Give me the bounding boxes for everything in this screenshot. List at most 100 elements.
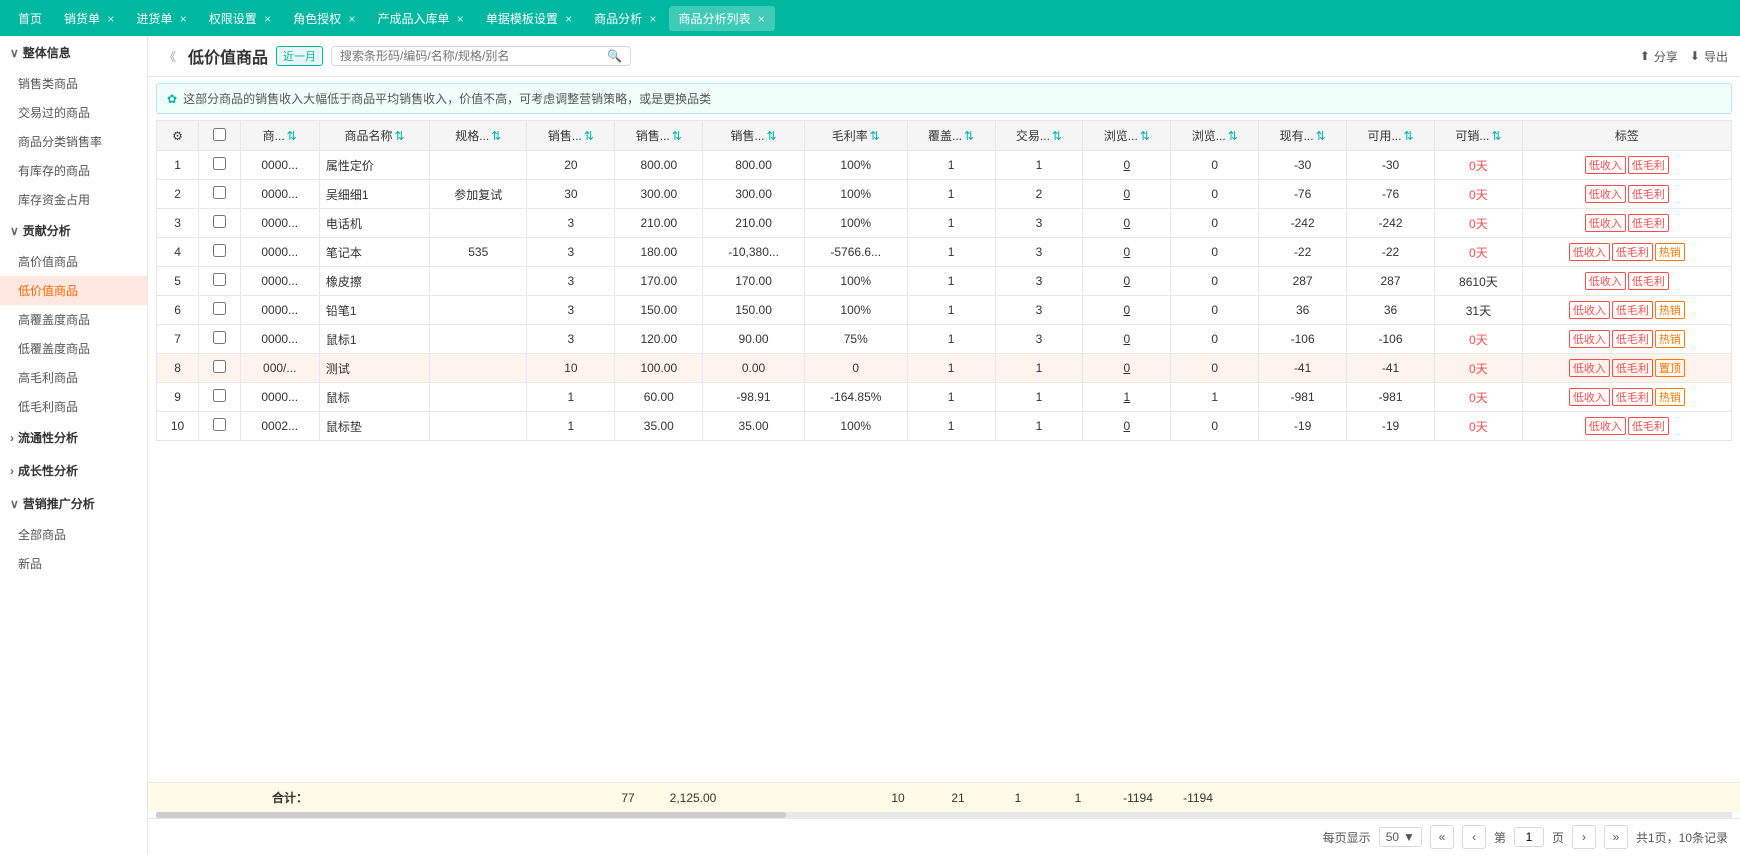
th-code[interactable]: 商...⇅ [240, 121, 319, 151]
th-browse2[interactable]: 浏览...⇅ [1171, 121, 1259, 151]
cell-checkbox[interactable] [199, 325, 240, 354]
browse2-link[interactable]: 0 [1123, 303, 1130, 317]
cell-checkbox[interactable] [199, 267, 240, 296]
prev-page-button[interactable]: ‹ [1462, 825, 1486, 849]
row-checkbox[interactable] [213, 273, 226, 286]
browse2-link[interactable]: 0 [1123, 187, 1130, 201]
close-permission-icon[interactable]: × [264, 12, 271, 26]
sidebar-item-all-products[interactable]: 全部商品 [0, 520, 147, 549]
table-container[interactable]: ⚙ 商...⇅ 商品名称⇅ 规格...⇅ 销售...⇅ 销售...⇅ 销售...… [148, 120, 1740, 782]
nav-role[interactable]: 角色授权 × [283, 6, 365, 31]
cell-checkbox[interactable] [199, 180, 240, 209]
sidebar-item-stock-products[interactable]: 有库存的商品 [0, 156, 147, 185]
row-checkbox[interactable] [213, 157, 226, 170]
th-coverage[interactable]: 覆盖...⇅ [907, 121, 995, 151]
th-usable[interactable]: 可用...⇅ [1347, 121, 1435, 151]
per-page-select[interactable]: 50 ▼ [1379, 827, 1422, 847]
cell-checkbox[interactable] [199, 383, 240, 412]
browse2-link[interactable]: 0 [1123, 361, 1130, 375]
cell-browse1[interactable]: 0 [1083, 238, 1171, 267]
page-input[interactable] [1514, 827, 1544, 847]
search-input[interactable] [340, 49, 603, 63]
cell-checkbox[interactable] [199, 412, 240, 441]
browse2-link[interactable]: 0 [1123, 274, 1130, 288]
th-settings[interactable]: ⚙ [157, 121, 199, 151]
th-saleable[interactable]: 可销...⇅ [1434, 121, 1522, 151]
next-page-button[interactable]: › [1572, 825, 1596, 849]
section-circulation[interactable]: › 流通性分析 [0, 421, 147, 454]
section-marketing[interactable]: ∨ 营销推广分析 [0, 487, 147, 520]
section-contribution[interactable]: ∨ 贡献分析 [0, 214, 147, 247]
sidebar-item-category-rate[interactable]: 商品分类销售率 [0, 127, 147, 156]
close-role-icon[interactable]: × [348, 12, 355, 26]
row-checkbox[interactable] [213, 302, 226, 315]
cell-checkbox[interactable] [199, 238, 240, 267]
cell-browse1[interactable]: 0 [1083, 267, 1171, 296]
th-name[interactable]: 商品名称⇅ [319, 121, 429, 151]
th-trades[interactable]: 交易...⇅ [995, 121, 1083, 151]
sidebar-item-stock-capital[interactable]: 库存资金占用 [0, 185, 147, 214]
nav-product-analysis[interactable]: 商品分析 × [584, 6, 666, 31]
export-button[interactable]: ⬇ 导出 [1690, 48, 1728, 65]
cell-browse1[interactable]: 0 [1083, 296, 1171, 325]
cell-browse1[interactable]: 0 [1083, 354, 1171, 383]
cell-browse1[interactable]: 0 [1083, 412, 1171, 441]
section-growth[interactable]: › 成长性分析 [0, 454, 147, 487]
cell-checkbox[interactable] [199, 151, 240, 180]
row-checkbox[interactable] [213, 360, 226, 373]
th-sales-amt2[interactable]: 销售...⇅ [703, 121, 805, 151]
sidebar-item-new-products[interactable]: 新品 [0, 549, 147, 578]
cell-checkbox[interactable] [199, 354, 240, 383]
sidebar-item-low-margin[interactable]: 低毛利商品 [0, 392, 147, 421]
row-checkbox[interactable] [213, 331, 226, 344]
first-page-button[interactable]: « [1430, 825, 1454, 849]
close-purchase-icon[interactable]: × [180, 12, 187, 26]
browse2-link[interactable]: 0 [1123, 216, 1130, 230]
search-icon[interactable]: 🔍 [607, 49, 622, 63]
browse2-link[interactable]: 0 [1123, 332, 1130, 346]
row-checkbox[interactable] [213, 244, 226, 257]
sidebar-item-sales-products[interactable]: 销售类商品 [0, 69, 147, 98]
close-product-list-icon[interactable]: × [758, 12, 765, 26]
browse2-link[interactable]: 1 [1123, 390, 1130, 404]
th-sales-amt[interactable]: 销售...⇅ [615, 121, 703, 151]
browse2-link[interactable]: 0 [1123, 419, 1130, 433]
period-tag[interactable]: 近一月 [276, 46, 323, 66]
cell-browse1[interactable]: 1 [1083, 383, 1171, 412]
cell-browse1[interactable]: 0 [1083, 180, 1171, 209]
browse2-link[interactable]: 0 [1123, 158, 1130, 172]
row-checkbox[interactable] [213, 389, 226, 402]
search-box[interactable]: 🔍 [331, 46, 631, 66]
select-all-checkbox[interactable] [213, 128, 226, 141]
sidebar-item-high-coverage[interactable]: 高覆盖度商品 [0, 305, 147, 334]
sidebar-item-low-coverage[interactable]: 低覆盖度商品 [0, 334, 147, 363]
sidebar-item-high-value[interactable]: 高价值商品 [0, 247, 147, 276]
th-current[interactable]: 现有...⇅ [1259, 121, 1347, 151]
share-button[interactable]: ⬆ 分享 [1640, 48, 1678, 65]
cell-checkbox[interactable] [199, 296, 240, 325]
th-checkbox[interactable] [199, 121, 240, 151]
section-overall[interactable]: ∨ 整体信息 [0, 36, 147, 69]
th-browse1[interactable]: 浏览...⇅ [1083, 121, 1171, 151]
cell-browse1[interactable]: 0 [1083, 325, 1171, 354]
row-checkbox[interactable] [213, 418, 226, 431]
th-sales-qty[interactable]: 销售...⇅ [527, 121, 615, 151]
row-checkbox[interactable] [213, 186, 226, 199]
last-page-button[interactable]: » [1604, 825, 1628, 849]
close-sales-icon[interactable]: × [107, 12, 114, 26]
nav-permission[interactable]: 权限设置 × [199, 6, 281, 31]
cell-browse1[interactable]: 0 [1083, 209, 1171, 238]
close-template-icon[interactable]: × [565, 12, 572, 26]
sidebar-item-low-value[interactable]: 低价值商品 [0, 276, 147, 305]
cell-checkbox[interactable] [199, 209, 240, 238]
th-spec[interactable]: 规格...⇅ [430, 121, 527, 151]
nav-home[interactable]: 首页 [8, 6, 52, 31]
sidebar-collapse-button[interactable]: 《 [160, 46, 180, 66]
nav-template[interactable]: 单据模板设置 × [476, 6, 582, 31]
sidebar-item-high-margin[interactable]: 高毛利商品 [0, 363, 147, 392]
nav-product-in[interactable]: 产成品入库单 × [367, 6, 473, 31]
nav-purchase[interactable]: 进货单 × [126, 6, 196, 31]
nav-product-list[interactable]: 商品分析列表 × [669, 6, 775, 31]
sidebar-item-traded[interactable]: 交易过的商品 [0, 98, 147, 127]
close-product-in-icon[interactable]: × [457, 12, 464, 26]
